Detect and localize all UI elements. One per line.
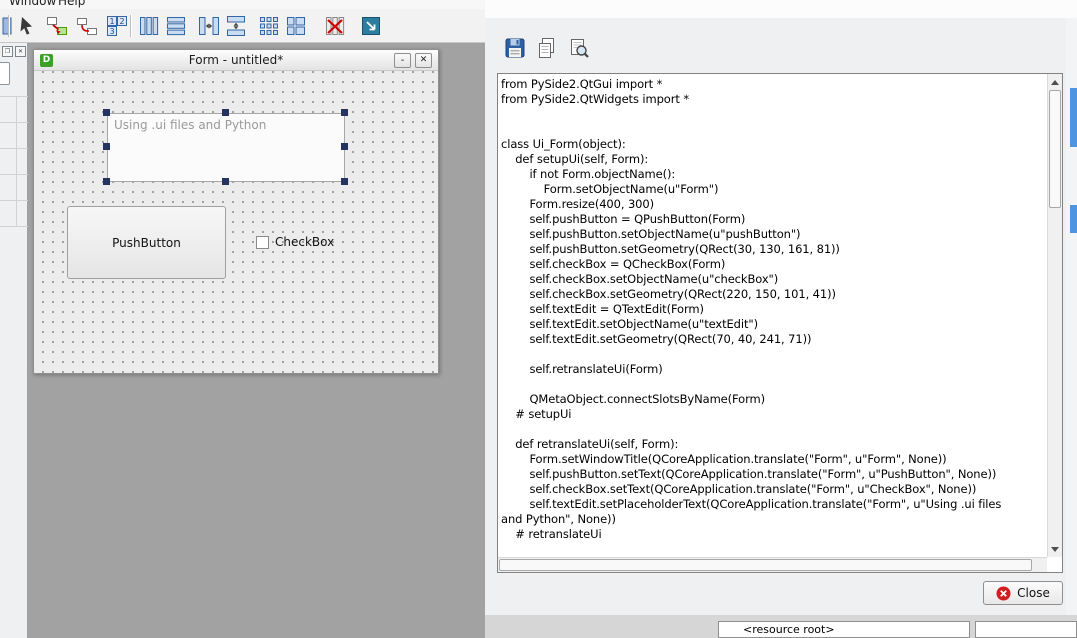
bottom-panel: <resource root> [485,615,1077,638]
code-view[interactable]: from PySide2.QtGui import * from PySide2… [497,73,1063,573]
form-designer-window: D Form - untitled* - ✕ Using .ui files a… [33,49,439,374]
signals-slots-icon [45,14,69,38]
selection-handle[interactable] [103,143,110,150]
form-layout-icon [284,14,308,38]
code-horizontal-scrollbar[interactable] [498,557,1047,572]
form-window-title: Form - untitled* [34,53,438,67]
layout-grid-button[interactable] [256,13,282,39]
layout-form-button[interactable] [283,13,309,39]
dock-row-divider [0,174,28,175]
generated-code[interactable]: from PySide2.QtGui import * from PySide2… [501,77,1045,555]
toolbar-separator [130,15,132,37]
code-preview-dialog: from PySide2.QtGui import * from PySide2… [485,18,1066,615]
dock-row-divider [0,122,28,123]
layout-horizontal-icon [137,14,161,38]
resource-browser: <resource root> [718,621,970,638]
mdi-area: D Form - untitled* - ✕ Using .ui files a… [28,43,485,638]
form-canvas[interactable]: Using .ui files and Python PushButton Ch… [34,71,438,373]
textedit-placeholder: Using .ui files and Python [114,118,266,132]
up-arrow-icon [1051,80,1059,85]
adjust-size-button[interactable] [358,13,384,39]
partial-icon [0,14,13,38]
edit-tab-order-button[interactable]: 123 [104,13,130,39]
selection-handle[interactable] [341,109,348,116]
find-button[interactable] [567,36,591,60]
splitter-horizontal-icon [197,14,221,38]
selection-handle[interactable] [103,109,110,116]
close-button[interactable]: Close [983,581,1063,605]
menubar: Window Help [0,0,485,9]
resource-detail-panel [975,621,1077,638]
cursor-arrow-icon [15,14,39,38]
svg-text:3: 3 [109,27,114,36]
textedit-widget[interactable]: Using .ui files and Python [107,113,345,182]
copy-button[interactable] [535,36,559,60]
form-close-button[interactable]: ✕ [415,53,432,68]
dock-scrollbar-edge [16,96,17,227]
edit-widgets-button[interactable] [14,13,40,39]
svg-text:2: 2 [119,17,124,26]
form-window-titlebar[interactable]: D Form - untitled* - ✕ [34,50,438,71]
selection-handle[interactable] [341,143,348,150]
horizontal-scrollbar-thumb[interactable] [499,559,1032,571]
find-icon [568,37,590,59]
splitter-vertical-icon [224,14,248,38]
widget-box-dock: ❐ ✕ [0,43,28,638]
toolbar-separator [8,15,10,37]
selection-handle[interactable] [341,178,348,185]
top-right-strip [485,0,1077,18]
save-button[interactable] [503,36,527,60]
buddies-icon [75,14,99,38]
selection-handle[interactable] [222,178,229,185]
scroll-down-button[interactable] [1048,542,1062,556]
selection-handle[interactable] [103,178,110,185]
selection-highlight [1070,88,1077,147]
dock-row-divider [0,148,28,149]
dock-float-button[interactable]: ❐ [2,46,13,57]
dock-row-divider [0,226,28,227]
qt-designer-screen: Window Help 123 [0,0,1077,638]
copy-icon [536,37,558,59]
grid-layout-icon [257,14,281,38]
svg-text:1: 1 [109,17,114,26]
main-toolbar: 123 [0,9,485,43]
dock-row-divider [0,96,28,97]
layout-vertical-icon [164,14,188,38]
selection-handle[interactable] [222,109,229,116]
down-arrow-icon [1051,547,1059,552]
checkbox-widget[interactable]: CheckBox [256,235,334,249]
layout-horizontally-button[interactable] [136,13,162,39]
checkbox-indicator[interactable] [256,236,269,249]
save-icon [504,37,526,59]
right-edge-panel [1066,18,1077,615]
menu-help[interactable]: Help [58,0,85,8]
break-layout-button[interactable] [322,13,348,39]
close-button-label: Close [1017,586,1050,600]
layout-vertically-button[interactable] [163,13,189,39]
widget-filter-input[interactable] [0,62,10,85]
form-minimize-button[interactable]: - [394,53,411,68]
toolbar-partial-button[interactable] [0,13,14,39]
scroll-up-button[interactable] [1048,75,1062,89]
dock-row-divider [0,200,28,201]
menu-window[interactable]: Window [9,0,56,8]
layout-horizontal-splitter-button[interactable] [196,13,222,39]
vertical-scrollbar-thumb[interactable] [1049,90,1061,208]
break-layout-icon [323,14,347,38]
pushbutton-widget[interactable]: PushButton [67,206,226,279]
selection-highlight [1070,205,1077,233]
layout-vertical-splitter-button[interactable] [223,13,249,39]
code-vertical-scrollbar[interactable] [1047,74,1062,557]
dock-close-button[interactable]: ✕ [15,46,26,57]
close-x-icon [996,586,1011,601]
adjust-size-icon [359,14,383,38]
resource-root-item[interactable]: <resource root> [743,623,835,636]
checkbox-label: CheckBox [275,235,334,249]
edit-buddies-button[interactable] [74,13,100,39]
tab-order-123-icon: 123 [105,14,129,38]
edit-signals-slots-button[interactable] [44,13,70,39]
